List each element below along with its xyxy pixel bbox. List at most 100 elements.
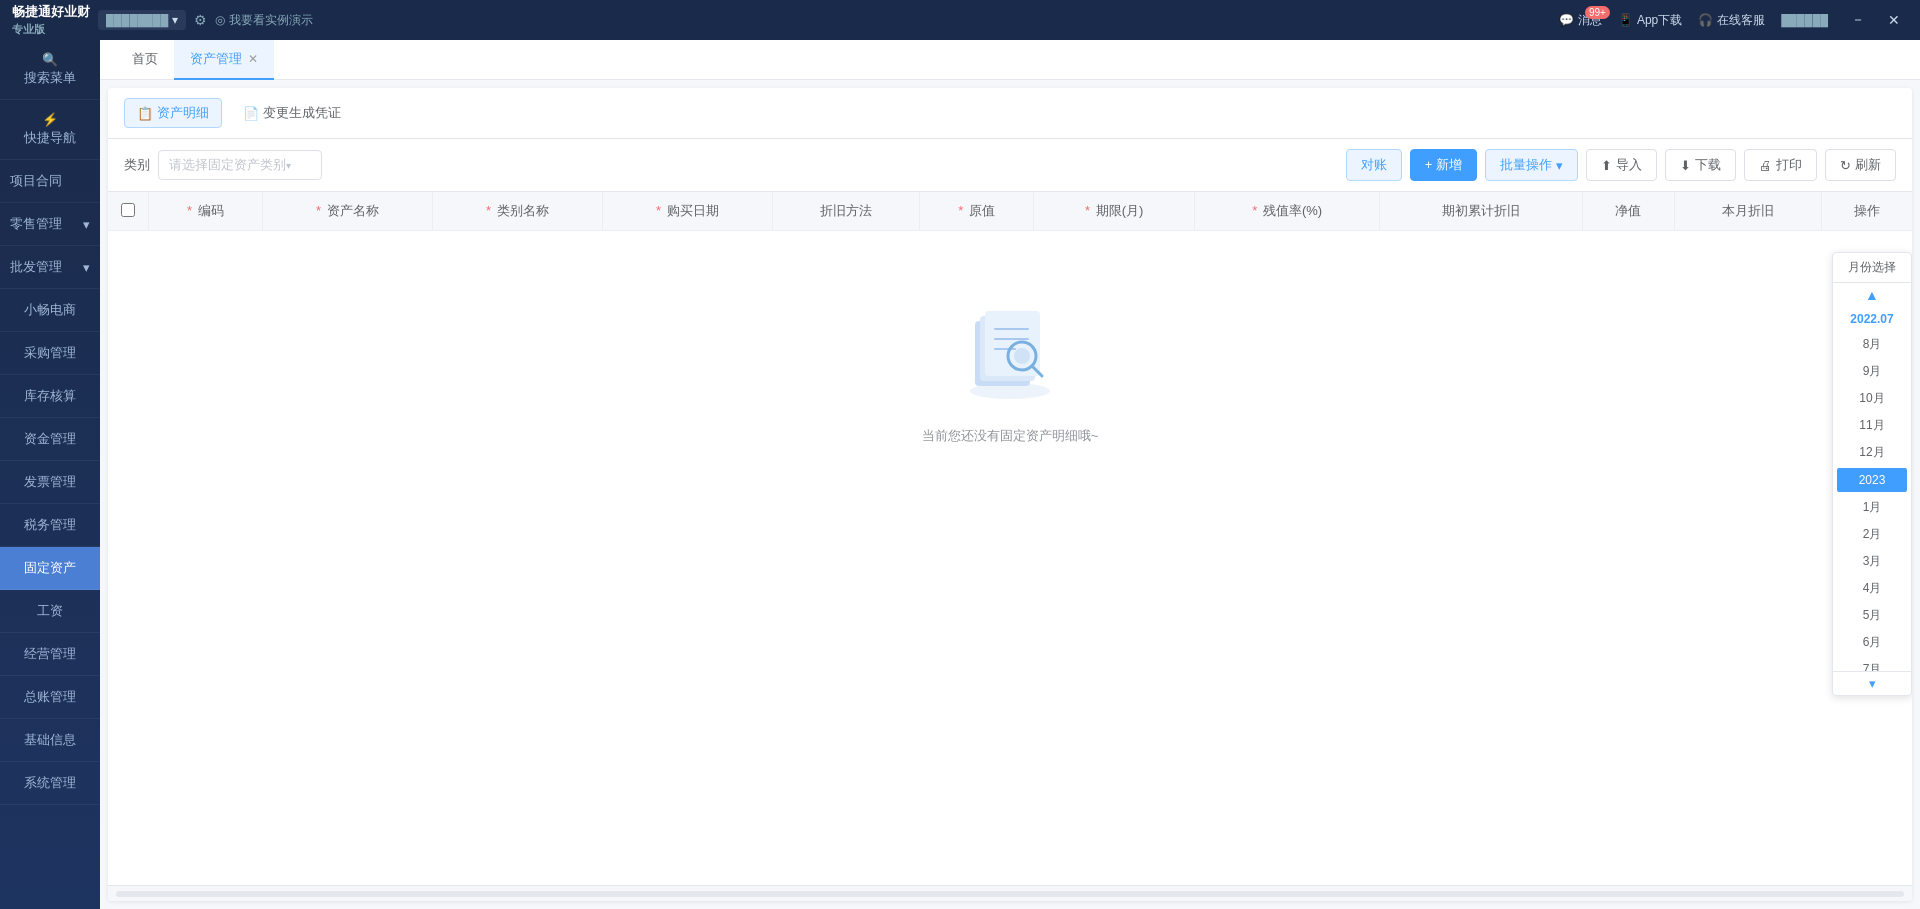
sidebar-item-wholesale[interactable]: 批发管理 ▾ [0, 246, 100, 289]
sub-tab-voucher-label: 变更生成凭证 [263, 104, 341, 122]
reconcile-button[interactable]: 对账 [1346, 149, 1402, 181]
sidebar-item-finance[interactable]: 资金管理 [0, 418, 100, 461]
scroll-down-button[interactable]: ▾ [1833, 671, 1911, 695]
month-list: 8月 9月 10月 11月 12 [1833, 331, 1911, 671]
sidebar-item-invoice[interactable]: 发票管理 [0, 461, 100, 504]
empty-state: 当前您还没有固定资产明细哦~ [108, 231, 1912, 505]
demo-link[interactable]: ◎ 我要看实例演示 [215, 12, 313, 29]
tab-bar: 首页 资产管理 ✕ [100, 40, 1920, 80]
chevron-down-icon: ▾ [172, 13, 178, 27]
sidebar-item-tax[interactable]: 税务管理 [0, 504, 100, 547]
sidebar-search[interactable]: 🔍 搜索菜单 [0, 40, 100, 100]
empty-text: 当前您还没有固定资产明细哦~ [922, 427, 1099, 445]
filter-label: 类别 [124, 156, 150, 174]
sidebar-item-project[interactable]: 项目合同 [0, 160, 100, 203]
month-item-11[interactable]: 11月 [1833, 412, 1911, 439]
sidebar-item-ecommerce[interactable]: 小畅电商 [0, 289, 100, 332]
content-area: 首页 资产管理 ✕ 📋 资产明细 📄 变更生成凭证 [100, 40, 1920, 909]
sidebar-item-system[interactable]: 系统管理 [0, 762, 100, 805]
tab-close-icon[interactable]: ✕ [248, 52, 258, 66]
tab-home[interactable]: 首页 [116, 40, 174, 80]
online-service-button[interactable]: 🎧 在线客服 [1698, 12, 1765, 29]
sidebar-item-label: 项目合同 [10, 172, 62, 190]
month-item-year-2023[interactable]: 2023 [1837, 468, 1907, 492]
import-button[interactable]: ⬆ 导入 [1586, 149, 1657, 181]
month-item-8[interactable]: 8月 [1833, 331, 1911, 358]
chevron-down-icon: ▾ [83, 260, 90, 275]
sidebar-item-quick-nav[interactable]: ⚡ 快捷导航 [0, 100, 100, 160]
sidebar-item-purchase[interactable]: 采购管理 [0, 332, 100, 375]
month-selector-panel: 月份选择 ▲ 2022.07 8月 9月 10月 [1832, 252, 1912, 696]
sub-tab-detail-label: 资产明细 [157, 104, 209, 122]
print-label: 打印 [1776, 156, 1802, 174]
nav-icon: ⚡ [42, 112, 58, 127]
sidebar-item-label: 总账管理 [24, 688, 76, 706]
app-download-button[interactable]: 📱 App下载 [1618, 12, 1682, 29]
search-label: 搜索菜单 [24, 69, 76, 87]
sub-tabs: 📋 资产明细 📄 变更生成凭证 [108, 88, 1912, 139]
month-item-10[interactable]: 10月 [1833, 385, 1911, 412]
scroll-up-button[interactable]: ▲ [1833, 283, 1911, 307]
scrollbar-track[interactable] [116, 891, 1904, 897]
inner-content: 📋 资产明细 📄 变更生成凭证 类别 请选择固定资产类别 [100, 80, 1920, 909]
headset-icon: 🎧 [1698, 13, 1713, 27]
table-header-row: * 编码 * 资产名称 * 类别名称 [108, 192, 1912, 231]
demo-icon: ◎ [215, 13, 225, 27]
assets-table: * 编码 * 资产名称 * 类别名称 [108, 192, 1912, 231]
add-button[interactable]: + 新增 [1410, 149, 1477, 181]
sidebar-item-label: 小畅电商 [24, 301, 76, 319]
sidebar-item-label: 税务管理 [24, 516, 76, 534]
close-button[interactable]: ✕ [1880, 6, 1908, 34]
month-item-9[interactable]: 9月 [1833, 358, 1911, 385]
search-icon: 🔍 [42, 52, 58, 67]
month-item-1[interactable]: 1月 [1833, 494, 1911, 521]
col-period: * 期限(月) [1034, 192, 1195, 231]
current-period-label[interactable]: 2022.07 [1833, 307, 1911, 331]
detail-icon: 📋 [137, 106, 153, 121]
minimize-button[interactable]: － [1844, 6, 1872, 34]
col-code: * 编码 [148, 192, 262, 231]
bottom-scrollbar [108, 885, 1912, 901]
reconcile-label: 对账 [1361, 156, 1387, 174]
add-label: + 新增 [1425, 156, 1462, 174]
app-download-label: App下载 [1637, 12, 1682, 29]
select-all-checkbox[interactable] [121, 203, 135, 217]
chevron-down-icon: ▾ [1556, 158, 1563, 173]
top-bar-right: 💬 消息 99+ 📱 App下载 🎧 在线客服 ██████ － ✕ [1559, 6, 1908, 34]
sidebar-item-label: 系统管理 [24, 774, 76, 792]
table-container: * 编码 * 资产名称 * 类别名称 [108, 192, 1912, 885]
month-item-12[interactable]: 12月 [1833, 439, 1911, 466]
batch-button[interactable]: 批量操作 ▾ [1485, 149, 1578, 181]
messages-button[interactable]: 💬 消息 99+ [1559, 12, 1602, 29]
import-icon: ⬆ [1601, 158, 1612, 173]
download-button[interactable]: ⬇ 下载 [1665, 149, 1736, 181]
sidebar-item-assets[interactable]: 固定资产 [0, 547, 100, 590]
sidebar-item-operations[interactable]: 经营管理 [0, 633, 100, 676]
sidebar-item-ledger[interactable]: 总账管理 [0, 676, 100, 719]
month-selector-title: 月份选择 [1848, 260, 1896, 274]
month-item-6[interactable]: 6月 [1833, 629, 1911, 656]
refresh-button[interactable]: ↻ 刷新 [1825, 149, 1896, 181]
toolbar: 类别 请选择固定资产类别 ▾ 对账 + 新增 [108, 139, 1912, 192]
sub-tab-voucher[interactable]: 📄 变更生成凭证 [230, 98, 354, 128]
select-all-cell [108, 192, 148, 231]
company-selector[interactable]: ████████ ▾ [98, 10, 186, 30]
sidebar-item-basic[interactable]: 基础信息 [0, 719, 100, 762]
sidebar-item-retail[interactable]: 零售管理 ▾ [0, 203, 100, 246]
month-item-5[interactable]: 5月 [1833, 602, 1911, 629]
sub-tab-detail[interactable]: 📋 资产明细 [124, 98, 222, 128]
refresh-icon: ↻ [1840, 158, 1851, 173]
month-item-2[interactable]: 2月 [1833, 521, 1911, 548]
settings-icon[interactable]: ⚙ [194, 12, 207, 28]
category-select[interactable]: 请选择固定资产类别 ▾ [158, 150, 322, 180]
sidebar-item-salary[interactable]: 工资 [0, 590, 100, 633]
print-button[interactable]: 🖨 打印 [1744, 149, 1817, 181]
tab-assets[interactable]: 资产管理 ✕ [174, 40, 274, 80]
col-purchase-date: * 购买日期 [602, 192, 772, 231]
month-item-3[interactable]: 3月 [1833, 548, 1911, 575]
top-bar-left: 畅捷通好业财 专业版 ████████ ▾ ⚙ ◎ 我要看实例演示 [12, 3, 313, 37]
sidebar-item-inventory[interactable]: 库存核算 [0, 375, 100, 418]
month-item-4[interactable]: 4月 [1833, 575, 1911, 602]
month-item-7[interactable]: 7月 [1833, 656, 1911, 671]
sidebar-item-label: 发票管理 [24, 473, 76, 491]
